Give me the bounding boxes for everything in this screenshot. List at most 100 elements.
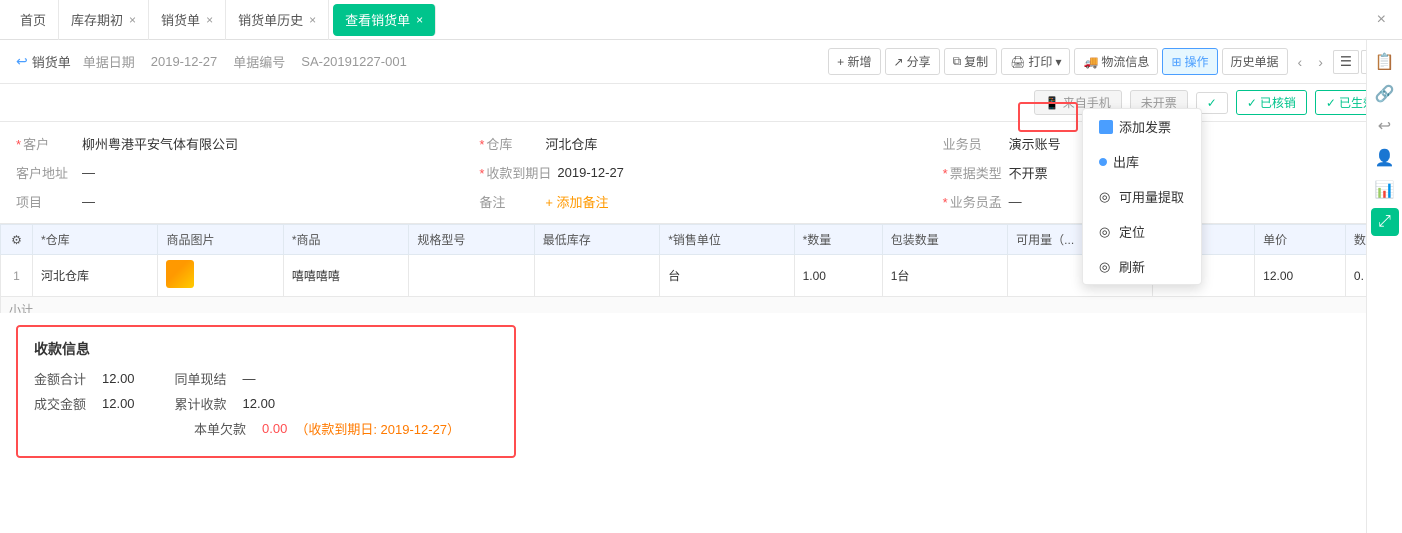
date-value: 2019-12-27 (151, 54, 218, 69)
history-button[interactable]: 历史单据 (1222, 48, 1288, 75)
print-button[interactable]: 🖨 打印 ▾ (1001, 48, 1070, 75)
address-label: 客户地址 (16, 163, 76, 182)
th-spec: 规格型号 (409, 225, 534, 255)
view-list[interactable]: ☰ (1333, 50, 1359, 74)
same-order-item: 同单现结 — (175, 369, 256, 388)
operation-dropdown: 添加发票 出库 ◎ 可用量提取 ◎ 定位 ◎ 刷新 (1082, 108, 1202, 285)
same-order-value: — (243, 371, 256, 386)
project-value: — (82, 194, 95, 209)
deal-label: 成交金额 (34, 394, 94, 413)
th-img: 商品图片 (158, 225, 283, 255)
tab-inventory[interactable]: 库存期初 × (59, 0, 149, 40)
project-label: 项目 (16, 192, 76, 211)
confirmed-icon: ✓ (1247, 96, 1257, 110)
salesman-label: 业务员孟 (943, 192, 1003, 211)
sidebar-link-icon[interactable]: 🔗 (1371, 80, 1399, 108)
tab-inventory-label: 库存期初 (71, 10, 123, 29)
th-settings[interactable]: ⚙ (1, 225, 33, 255)
add-invoice-label: 添加发票 (1119, 117, 1171, 136)
subtotal-label: 小计 (1, 297, 1402, 314)
th-unit: *销售单位 (660, 225, 794, 255)
due-date-value: 2019-12-27 (557, 165, 624, 180)
dropdown-outbound[interactable]: 出库 (1083, 144, 1201, 179)
row-img (158, 255, 283, 297)
th-warehouse: *仓库 (33, 225, 158, 255)
tab-view-sales[interactable]: 查看销货单 × (333, 4, 436, 36)
sidebar-doc-icon[interactable]: 📋 (1371, 48, 1399, 76)
tab-sales[interactable]: 销货单 × (149, 0, 226, 40)
logistics-icon: 🚚 (1083, 55, 1098, 69)
sidebar-return-icon[interactable]: ↩ (1371, 112, 1399, 140)
address-value: — (82, 165, 95, 180)
sidebar-chart-icon[interactable]: 📊 (1371, 176, 1399, 204)
due-label: 本单欠款 (194, 419, 254, 438)
customer-label: 客户 (16, 134, 76, 153)
row-product: 嘻嘻嘻嘻 (283, 255, 408, 297)
tab-sales-label: 销货单 (161, 10, 200, 29)
payment-title: 收款信息 (34, 339, 498, 359)
avail-icon: ◎ (1099, 189, 1113, 205)
refresh-icon: ◎ (1099, 259, 1113, 275)
number-label: 单据编号 (233, 52, 285, 71)
row-spec (409, 255, 534, 297)
new-button[interactable]: + 新增 (828, 48, 880, 75)
outbound-label: 出库 (1113, 152, 1139, 171)
doc-type-label: ↩ 销货单 (16, 52, 71, 71)
row-price: 12.00 (1255, 255, 1346, 297)
operation-button[interactable]: ⊞ 操作 (1162, 48, 1217, 75)
tab-view-sales-label: 查看销货单 (345, 10, 410, 29)
operation-icon: ⊞ (1171, 55, 1181, 69)
tab-home-label: 首页 (20, 10, 46, 29)
nav-prev[interactable]: ‹ (1292, 50, 1309, 74)
tab-sales-history-close[interactable]: × (309, 13, 316, 27)
date-label: 单据日期 (83, 52, 135, 71)
ticket-value: 不开票 (1009, 163, 1048, 182)
th-product: *商品 (283, 225, 408, 255)
doc-type-text: 销货单 (32, 52, 71, 71)
tab-sales-history[interactable]: 销货单历史 × (226, 0, 329, 40)
cumulative-label: 累计收款 (175, 394, 235, 413)
dropdown-refresh[interactable]: ◎ 刷新 (1083, 249, 1201, 284)
dropdown-add-invoice[interactable]: 添加发票 (1083, 109, 1201, 144)
th-pack: 包装数量 (882, 225, 1007, 255)
same-order-label: 同单现结 (175, 369, 235, 388)
project-row: 项目 — (16, 192, 459, 211)
remark-add[interactable]: + 添加备注 (545, 192, 608, 211)
tab-home[interactable]: 首页 (8, 0, 59, 40)
copy-button[interactable]: ⧉ 复制 (944, 48, 998, 75)
due-date-label: 收款到期日 (479, 163, 551, 182)
copy-icon: ⧉ (953, 54, 962, 69)
salesman-value: — (1009, 194, 1022, 209)
dropdown-locate[interactable]: ◎ 定位 (1083, 214, 1201, 249)
add-invoice-icon (1099, 120, 1113, 134)
th-price: 单价 (1255, 225, 1346, 255)
phone-icon: 📱 (1045, 96, 1060, 110)
due-item: 本单欠款 0.00 （收款到期日: 2019-12-27） (194, 419, 460, 438)
th-min-stock: 最低库存 (534, 225, 659, 255)
right-sidebar: 📋 🔗 ↩ 👤 📊 ⤢ (1366, 40, 1402, 533)
close-all-button[interactable]: × (1369, 11, 1394, 29)
due-value: 0.00 (262, 421, 287, 436)
cumulative-value: 12.00 (243, 396, 276, 411)
locate-label: 定位 (1119, 222, 1145, 241)
row-qty: 1.00 (794, 255, 882, 297)
tab-sales-close[interactable]: × (206, 13, 213, 27)
payment-row-2: 成交金额 12.00 累计收款 12.00 (34, 394, 498, 413)
dropdown-avail-extract[interactable]: ◎ 可用量提取 (1083, 179, 1201, 214)
main-content: ↩ 销货单 单据日期 2019-12-27 单据编号 SA-20191227-0… (0, 40, 1402, 533)
warehouse-row: 仓库 河北仓库 (479, 134, 922, 153)
confirmed-button[interactable]: ✓ 已核销 (1236, 90, 1307, 115)
share-button[interactable]: ↗ 分享 (885, 48, 940, 75)
tab-view-sales-close[interactable]: × (416, 13, 423, 27)
tab-inventory-close[interactable]: × (129, 13, 136, 27)
remark-row: 备注 + 添加备注 (479, 192, 922, 211)
doc-header: ↩ 销货单 单据日期 2019-12-27 单据编号 SA-20191227-0… (0, 40, 1402, 84)
sidebar-expand-icon[interactable]: ⤢ (1371, 208, 1399, 236)
outbound-dot-icon (1099, 158, 1107, 166)
effective-icon: ✓ (1326, 96, 1336, 110)
nav-next[interactable]: › (1312, 50, 1329, 74)
staff-label: 业务员 (943, 134, 1003, 153)
ticket-label: 票据类型 (943, 163, 1003, 182)
logistics-button[interactable]: 🚚 物流信息 (1074, 48, 1158, 75)
sidebar-user-icon[interactable]: 👤 (1371, 144, 1399, 172)
